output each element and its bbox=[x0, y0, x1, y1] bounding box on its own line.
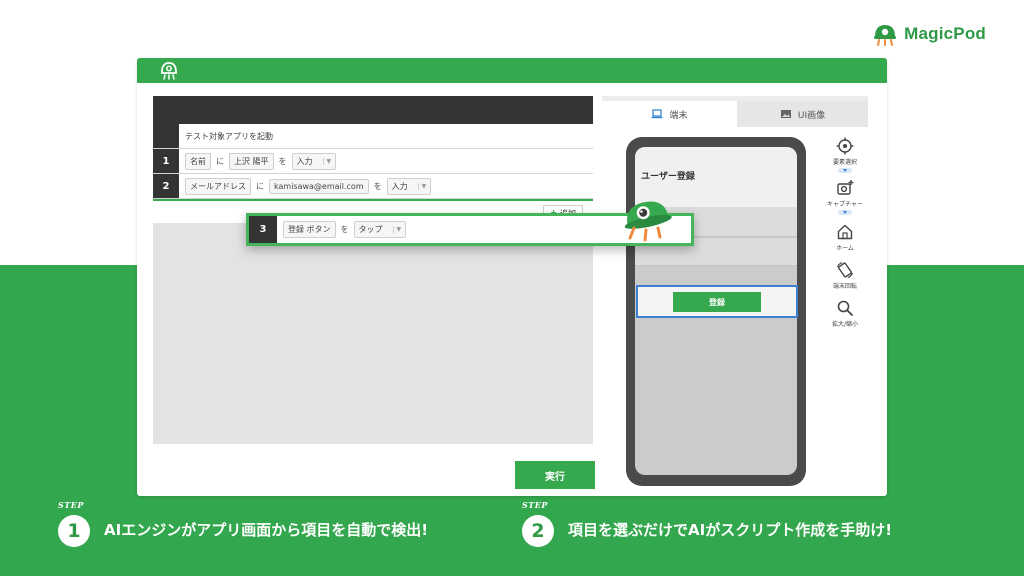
chevron-down-icon[interactable] bbox=[838, 168, 852, 173]
tool-label: 拡大/縮小 bbox=[831, 321, 859, 328]
device-area: ユーザー登録 登録 要素選択 キャプチャー ホーム 端末回転 拡大/縮小 bbox=[602, 127, 868, 496]
editor-header bbox=[153, 96, 593, 124]
target-chip[interactable]: 登録 ボタン bbox=[283, 221, 336, 238]
run-button[interactable]: 実行 bbox=[515, 461, 595, 489]
tool-home[interactable]: ホーム bbox=[822, 223, 868, 252]
script-editor: テスト対象アプリを起動 1 名前 に 上沢 陽平 を 入力 ▼ 2 メールアドレ… bbox=[153, 96, 593, 444]
device-panel: 端末 UI画像 ユーザー登録 登録 要素選択 キャプチャー ホーム 端末回転 拡… bbox=[602, 96, 868, 496]
action-select-value: 入力 bbox=[391, 181, 408, 191]
step-word: STEP bbox=[522, 500, 548, 510]
image-icon bbox=[780, 110, 791, 118]
chevron-down-icon: ▼ bbox=[392, 226, 401, 233]
laptop-icon bbox=[651, 109, 663, 119]
app-window: テスト対象アプリを起動 1 名前 に 上沢 陽平 を 入力 ▼ 2 メールアドレ… bbox=[137, 58, 887, 496]
step-number-blank bbox=[153, 124, 179, 148]
tool-zoom[interactable]: 拡大/縮小 bbox=[822, 299, 868, 328]
chevron-down-icon[interactable] bbox=[838, 210, 852, 215]
action-select-value: タップ bbox=[358, 225, 383, 234]
brand-name: MagicPod bbox=[904, 24, 986, 43]
tab-device-label: 端末 bbox=[669, 110, 688, 121]
rotate-icon bbox=[836, 261, 854, 279]
action-select-value: 入力 bbox=[296, 156, 313, 166]
particle: に bbox=[216, 156, 224, 166]
camera-plus-icon bbox=[837, 180, 854, 195]
tab-ui-image-label: UI画像 bbox=[797, 110, 826, 121]
target-chip[interactable]: メールアドレス bbox=[185, 177, 251, 195]
tool-rotate[interactable]: 端末回転 bbox=[822, 261, 868, 290]
chevron-down-icon: ▼ bbox=[322, 157, 331, 165]
magicpod-logo-icon bbox=[874, 25, 897, 46]
home-icon bbox=[837, 224, 853, 240]
particle: に bbox=[256, 181, 264, 191]
step-number: 2 bbox=[153, 174, 179, 198]
particle: を bbox=[373, 181, 382, 191]
app-logo-icon bbox=[161, 62, 177, 80]
step-badge: STEP 1 bbox=[58, 500, 90, 547]
app-titlebar bbox=[137, 58, 887, 83]
crosshair-icon bbox=[836, 137, 854, 155]
value-chip[interactable]: 上沢 陽平 bbox=[229, 152, 274, 170]
chevron-down-icon: ▼ bbox=[417, 182, 426, 190]
search-icon bbox=[837, 300, 853, 316]
rocket-mascot-icon bbox=[624, 201, 672, 242]
step-caption-text: AIエンジンがアプリ画面から項目を自動で検出! bbox=[104, 520, 429, 539]
step-word: STEP bbox=[58, 500, 84, 510]
step-badge: STEP 2 bbox=[522, 500, 554, 547]
step-caption-1: STEP 1 AIエンジンがアプリ画面から項目を自動で検出! bbox=[58, 500, 429, 547]
launch-step-row[interactable]: テスト対象アプリを起動 bbox=[153, 124, 593, 149]
particle: を bbox=[278, 156, 287, 166]
tab-device[interactable]: 端末 bbox=[602, 101, 737, 127]
tool-label: 要素選択 bbox=[832, 159, 857, 166]
screen-register-button[interactable]: 登録 bbox=[673, 292, 761, 312]
particle: を bbox=[340, 225, 349, 234]
tool-label: ホーム bbox=[836, 245, 854, 252]
step-circle-number: 2 bbox=[522, 515, 554, 547]
action-select[interactable]: 入力 ▼ bbox=[291, 152, 337, 170]
launch-step-label: テスト対象アプリを起動 bbox=[185, 131, 273, 141]
step-row-2[interactable]: 2 メールアドレス に kamisawa@email.com を 入力 ▼ bbox=[153, 174, 593, 199]
step-circle-number: 1 bbox=[58, 515, 90, 547]
screen-title: ユーザー登録 bbox=[641, 172, 695, 182]
brand-header: MagicPod bbox=[872, 22, 986, 46]
step-number: 1 bbox=[153, 149, 179, 173]
step-caption-text: 項目を選ぶだけでAIがスクリプト作成を手助け! bbox=[568, 520, 893, 539]
action-select[interactable]: 入力 ▼ bbox=[386, 177, 432, 195]
tool-label: キャプチャー bbox=[827, 201, 863, 208]
target-chip[interactable]: 名前 bbox=[185, 152, 211, 170]
tab-ui-image[interactable]: UI画像 bbox=[737, 101, 868, 127]
detected-element-highlight[interactable]: 登録 bbox=[636, 285, 798, 318]
step-row-1[interactable]: 1 名前 に 上沢 陽平 を 入力 ▼ bbox=[153, 149, 593, 174]
tool-label: 端末回転 bbox=[832, 283, 857, 290]
action-select[interactable]: タップ ▼ bbox=[353, 221, 407, 238]
step-number: 3 bbox=[249, 216, 277, 243]
value-chip[interactable]: kamisawa@email.com bbox=[269, 178, 369, 194]
tool-element-select[interactable]: 要素選択 bbox=[822, 137, 868, 173]
step-caption-2: STEP 2 項目を選ぶだけでAIがスクリプト作成を手助け! bbox=[522, 500, 893, 547]
tool-capture[interactable]: キャプチャー bbox=[822, 179, 868, 215]
